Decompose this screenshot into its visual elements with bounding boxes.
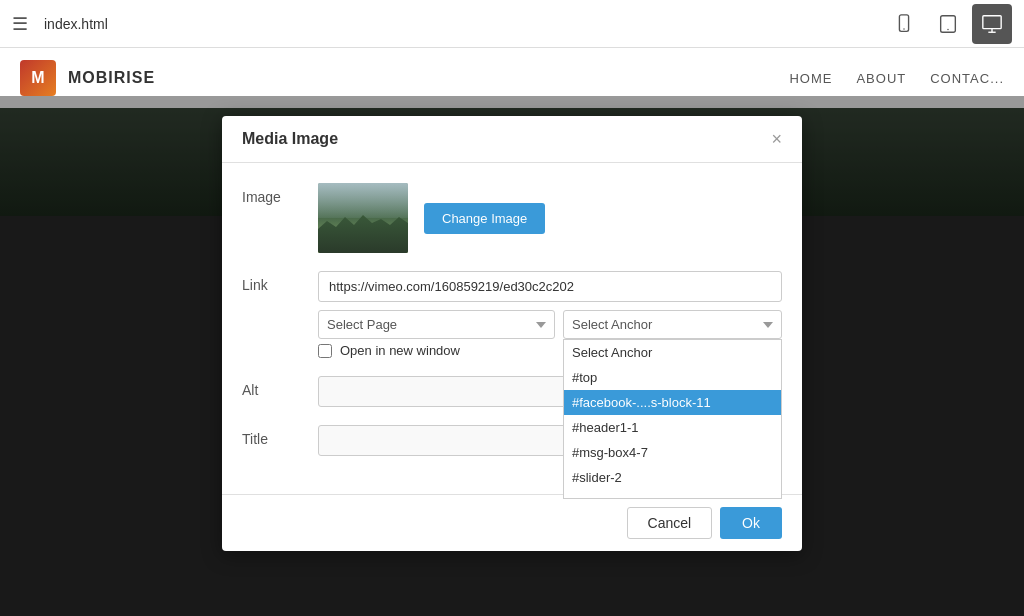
anchor-option-facebook-block[interactable]: #facebook-....s-block-11 (564, 390, 781, 415)
anchor-option-form1-3[interactable]: #form1-3 (564, 490, 781, 499)
tablet-device-button[interactable] (928, 4, 968, 44)
anchor-option-slider-2[interactable]: #slider-2 (564, 465, 781, 490)
preview-area: M MOBIRISE HOME ABOUT CONTAC... Media Im… (0, 48, 1024, 616)
nav-about: ABOUT (856, 71, 906, 86)
modal-footer: Cancel Ok (222, 494, 802, 551)
title-label: Title (242, 425, 302, 447)
link-row: Link Select Page Select Anchor (242, 271, 782, 358)
anchor-dropdown-container: Select Anchor Select Anchor #top #facebo… (563, 310, 782, 339)
image-content: Change Image (318, 183, 782, 253)
link-content: Select Page Select Anchor Select Anchor … (318, 271, 782, 358)
link-label: Link (242, 271, 302, 293)
image-area: Change Image (318, 183, 782, 253)
fog-layer (318, 183, 408, 218)
nav-home: HOME (789, 71, 832, 86)
anchor-option-msg-box4-7[interactable]: #msg-box4-7 (564, 440, 781, 465)
select-row: Select Page Select Anchor Select Anchor … (318, 310, 782, 339)
preview-nav: HOME ABOUT CONTAC... (789, 71, 1004, 86)
image-row: Image Change Image (242, 183, 782, 253)
topbar: ☰ index.html (0, 0, 1024, 48)
open-new-window-label: Open in new window (340, 343, 460, 358)
cancel-button[interactable]: Cancel (627, 507, 713, 539)
anchor-dropdown-list[interactable]: Select Anchor #top #facebook-....s-block… (563, 339, 782, 499)
anchor-option-top[interactable]: #top (564, 365, 781, 390)
open-new-window-checkbox[interactable] (318, 344, 332, 358)
ok-button[interactable]: Ok (720, 507, 782, 539)
menu-icon[interactable]: ☰ (12, 13, 28, 35)
anchor-option-header1-1[interactable]: #header1-1 (564, 415, 781, 440)
device-switcher (884, 4, 1012, 44)
media-image-modal: Media Image × Image Ch (222, 116, 802, 551)
select-page-dropdown[interactable]: Select Page (318, 310, 555, 339)
desktop-device-button[interactable] (972, 4, 1012, 44)
preview-logo: M (20, 60, 56, 96)
select-anchor-trigger[interactable]: Select Anchor (563, 310, 782, 339)
modal-title: Media Image (242, 130, 338, 148)
image-label: Image (242, 183, 302, 205)
modal-close-button[interactable]: × (771, 130, 782, 148)
modal-header: Media Image × (222, 116, 802, 163)
trees-layer (318, 213, 408, 253)
anchor-option-select-anchor[interactable]: Select Anchor (564, 340, 781, 365)
svg-point-3 (947, 28, 948, 29)
alt-label: Alt (242, 376, 302, 398)
mobile-device-button[interactable] (884, 4, 924, 44)
link-input[interactable] (318, 271, 782, 302)
modal-overlay: Media Image × Image Ch (0, 96, 1024, 616)
filename-label: index.html (44, 16, 868, 32)
modal-body: Image Change Image (222, 163, 802, 494)
preview-brand: MOBIRISE (68, 69, 155, 87)
nav-contact: CONTAC... (930, 71, 1004, 86)
image-thumbnail (318, 183, 408, 253)
svg-rect-4 (983, 15, 1001, 28)
change-image-button[interactable]: Change Image (424, 203, 545, 234)
svg-point-1 (903, 28, 904, 29)
